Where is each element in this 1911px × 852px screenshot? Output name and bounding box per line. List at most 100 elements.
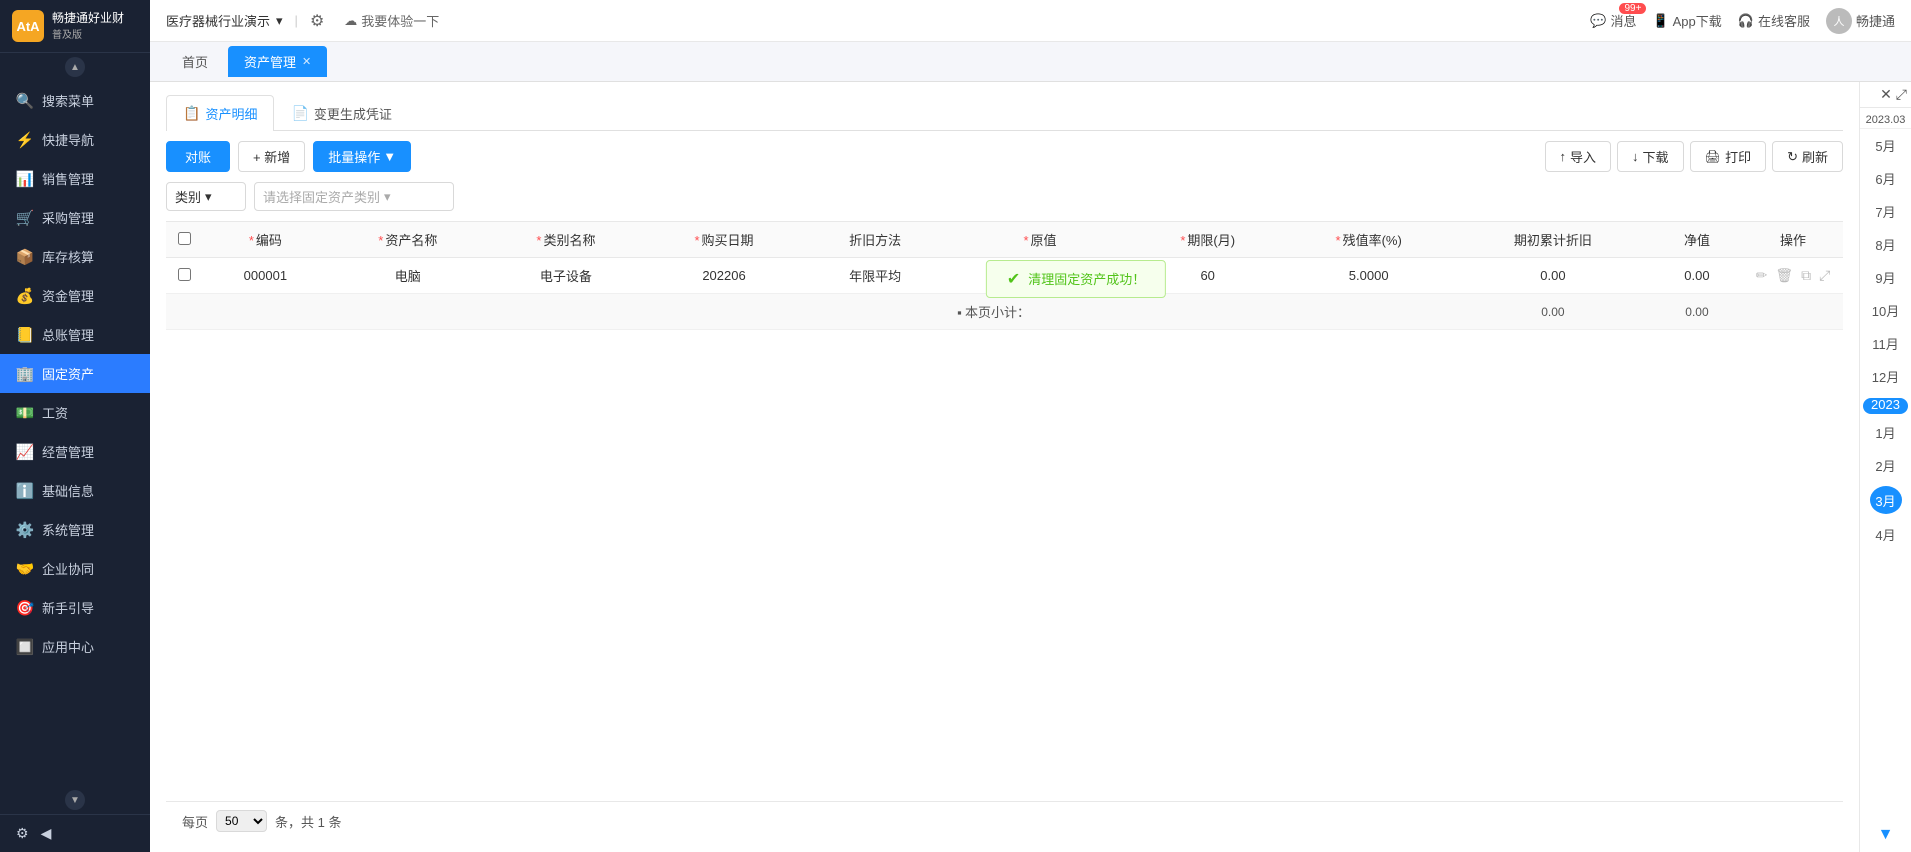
th-initial-accumulated-depreciation: 期初累计折旧 (1455, 222, 1651, 258)
online-service-button[interactable]: 🎧 在线客服 (1738, 11, 1810, 30)
month-4[interactable]: 4月 (1860, 518, 1911, 551)
print-button[interactable]: 🖨 打印 (1690, 141, 1767, 172)
tab-asset-mgmt[interactable]: 资产管理 ✕ (228, 46, 327, 77)
service-icon: 🎧 (1738, 13, 1754, 29)
experience-button[interactable]: ☁ 我要体验一下 (344, 11, 439, 30)
sidebar-item-search[interactable]: 🔍 搜索菜单 (0, 81, 150, 120)
category-type-placeholder: 请选择固定资产类别 (263, 187, 380, 206)
sidebar-item-purchase[interactable]: 🛒 采购管理 (0, 198, 150, 237)
row-residual-rate: 5.0000 (1282, 258, 1455, 294)
month-5[interactable]: 5月 (1860, 129, 1911, 162)
panel-header: ✕ ⤢ (1860, 82, 1911, 108)
export-icon: ↑ (1560, 149, 1567, 164)
edit-icon[interactable]: ✏ (1756, 267, 1768, 284)
quick-nav-icon: ⚡ (16, 131, 34, 149)
sidebar-item-sales[interactable]: 📊 销售管理 (0, 159, 150, 198)
enterprise-icon: 🤝 (16, 560, 34, 578)
delete-icon[interactable]: 🗑 (1775, 267, 1793, 284)
month-9[interactable]: 9月 (1860, 261, 1911, 294)
sidebar-item-ledger[interactable]: 📒 总账管理 (0, 315, 150, 354)
company-name: 医疗器械行业演示 (166, 11, 270, 30)
tab-home[interactable]: 首页 (166, 46, 224, 77)
guide-icon: 🎯 (16, 599, 34, 617)
subtotal-label: 本页小计： (965, 305, 1030, 320)
app-download-label: App下载 (1673, 11, 1722, 30)
cloud-icon: ☁ (344, 13, 357, 29)
company-selector[interactable]: 医疗器械行业演示 ▾ (166, 11, 283, 30)
sub-tab-asset-detail[interactable]: 📋 资产明细 (166, 95, 274, 131)
th-net-value: 净值 (1651, 222, 1743, 258)
more-icon[interactable]: ⤢ (1819, 267, 1830, 284)
month-12[interactable]: 12月 (1860, 360, 1911, 393)
year-label: 2023.03 (1860, 108, 1911, 129)
scroll-down-button[interactable]: ▼ (65, 790, 85, 810)
sales-icon: 📊 (16, 170, 34, 188)
sidebar-item-system[interactable]: ⚙️ 系统管理 (0, 510, 150, 549)
sidebar-item-payroll[interactable]: 💵 工资 (0, 393, 150, 432)
collapse-sidebar-icon[interactable]: ◀ (41, 825, 52, 842)
per-page-select[interactable]: 50 100 200 (216, 810, 267, 832)
basic-info-icon: ℹ️ (16, 482, 34, 500)
panel-close-icon[interactable]: ✕ (1880, 86, 1892, 103)
settings-gear-icon[interactable]: ⚙ (16, 825, 29, 842)
sidebar-item-funds[interactable]: 💰 资金管理 (0, 276, 150, 315)
user-profile[interactable]: 人 畅捷通 (1826, 8, 1895, 34)
subtotal-label-cell: ▪ 本页小计： (947, 294, 1133, 330)
toast-message: 清理固定资产成功！ (1028, 269, 1145, 288)
sidebar-item-guide[interactable]: 🎯 新手引导 (0, 588, 150, 627)
row-initial-acc-dep: 0.00 (1455, 258, 1651, 294)
sidebar-item-app-center[interactable]: 🔲 应用中心 (0, 627, 150, 666)
logo-icon: AtA (12, 10, 44, 42)
sidebar-item-inventory[interactable]: 📦 库存核算 (0, 237, 150, 276)
right-panel: ✕ ⤢ 2023.03 5月 6月 7月 8月 9月 10月 1 (1859, 82, 1911, 852)
month-10[interactable]: 10月 (1860, 294, 1911, 327)
month-3-active[interactable]: 3月 (1870, 486, 1902, 514)
month-2[interactable]: 2月 (1860, 449, 1911, 482)
row-checkbox[interactable] (178, 268, 191, 281)
th-residual-rate: *残值率(%) (1282, 222, 1455, 258)
month-1[interactable]: 1月 (1860, 416, 1911, 449)
new-button[interactable]: + 新增 (238, 141, 305, 172)
month-8[interactable]: 8月 (1860, 228, 1911, 261)
filter-row: 类别 ▾ 请选择固定资产类别 ▾ (166, 182, 1843, 211)
reconcile-label: 对账 (185, 147, 211, 166)
panel-expand-icon[interactable]: ⤢ (1896, 86, 1907, 103)
sub-tab-change-voucher-label: 变更生成凭证 (314, 104, 392, 123)
message-button[interactable]: 💬 消息 99+ (1590, 11, 1636, 30)
row-code: 000001 (202, 258, 329, 294)
category-type-filter[interactable]: 请选择固定资产类别 ▾ (254, 182, 454, 211)
download-button[interactable]: ↓ 下载 (1617, 141, 1684, 172)
total-label: 条，共 1 条 (275, 812, 341, 831)
sidebar-item-operations[interactable]: 📈 经营管理 (0, 432, 150, 471)
month-6[interactable]: 6月 (1860, 162, 1911, 195)
month-7[interactable]: 7月 (1860, 195, 1911, 228)
th-depreciation-method: 折旧方法 (803, 222, 947, 258)
app-download-button[interactable]: 📱 App下载 (1652, 11, 1721, 30)
scroll-up-button[interactable]: ▲ (65, 57, 85, 77)
funds-icon: 💰 (16, 287, 34, 305)
sub-tab-change-voucher[interactable]: 📄 变更生成凭证 (274, 95, 408, 131)
refresh-button[interactable]: ↻ 刷新 (1772, 141, 1843, 172)
year-badge-2023[interactable]: 2023 (1863, 398, 1908, 414)
sidebar-item-enterprise[interactable]: 🤝 企业协同 (0, 549, 150, 588)
category-filter[interactable]: 类别 ▾ (166, 182, 246, 211)
batch-button[interactable]: 批量操作 ▼ (313, 141, 411, 172)
sidebar-item-quick-nav[interactable]: ⚡ 快捷导航 (0, 120, 150, 159)
select-all-checkbox[interactable] (178, 232, 191, 245)
settings-icon[interactable]: ⚙ (310, 11, 324, 31)
toolbar: 对账 + 新增 批量操作 ▼ ↑ 导入 ↓ 下载 (166, 141, 1843, 172)
inventory-icon: 📦 (16, 248, 34, 266)
refresh-label: 刷新 (1802, 147, 1828, 166)
panel-scroll-down-icon[interactable]: ▼ (1878, 826, 1894, 843)
month-11[interactable]: 11月 (1860, 327, 1911, 360)
reconcile-button[interactable]: 对账 (166, 141, 230, 172)
export-button[interactable]: ↑ 导入 (1545, 141, 1612, 172)
th-name: *资产名称 (329, 222, 487, 258)
tab-asset-mgmt-close[interactable]: ✕ (302, 55, 311, 68)
sidebar-item-basic-info[interactable]: ℹ️ 基础信息 (0, 471, 150, 510)
category-type-dropdown-icon: ▾ (384, 189, 391, 205)
user-label: 畅捷通 (1856, 11, 1895, 30)
copy-icon[interactable]: ⧉ (1801, 267, 1811, 284)
sidebar-item-fixed-assets[interactable]: 🏢 固定资产 (0, 354, 150, 393)
change-voucher-icon: 📄 (291, 105, 308, 122)
